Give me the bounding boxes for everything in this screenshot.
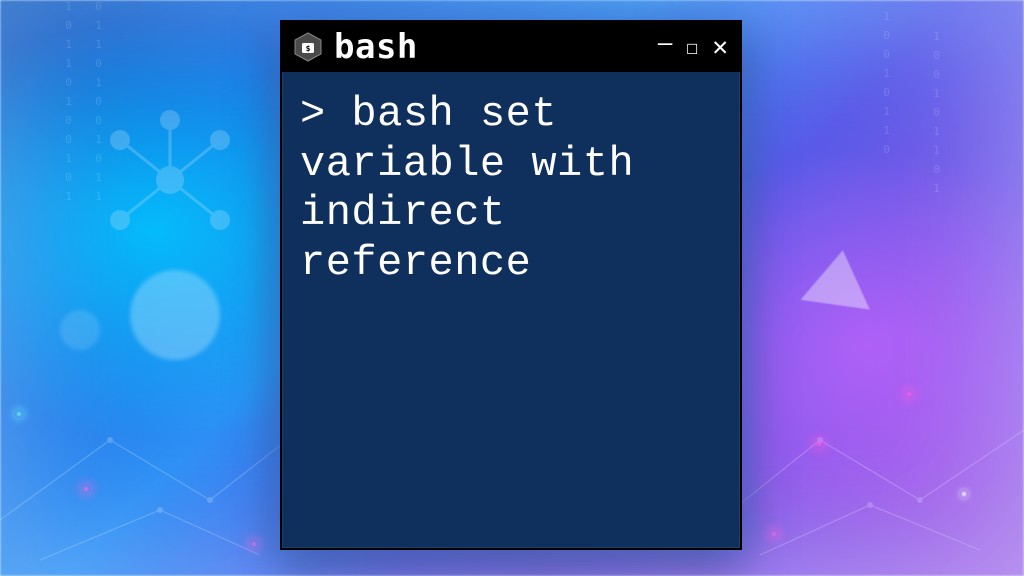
glow-dot (15, 410, 23, 418)
prompt-symbol: > (300, 90, 351, 138)
glow-dot (250, 540, 258, 548)
window-controls: — ☐ ✕ (658, 34, 728, 60)
app-title: bash (334, 27, 648, 67)
terminal-window: $ bash — ☐ ✕ > bash set variable with in… (280, 20, 742, 550)
glow-dot (82, 485, 90, 493)
maximize-button[interactable]: ☐ (686, 37, 698, 57)
close-button[interactable]: ✕ (712, 34, 728, 60)
titlebar[interactable]: $ bash — ☐ ✕ (282, 22, 740, 72)
terminal-command: bash set variable with indirect referenc… (300, 90, 634, 287)
glow-dot (770, 530, 778, 538)
bash-hex-icon: $ (292, 31, 324, 63)
glow-dot (905, 390, 913, 398)
glow-dot (815, 440, 823, 448)
svg-text:$: $ (306, 44, 311, 53)
terminal-body[interactable]: > bash set variable with indirect refere… (282, 72, 740, 306)
glow-dot (960, 490, 968, 498)
minimize-button[interactable]: — (658, 31, 672, 55)
